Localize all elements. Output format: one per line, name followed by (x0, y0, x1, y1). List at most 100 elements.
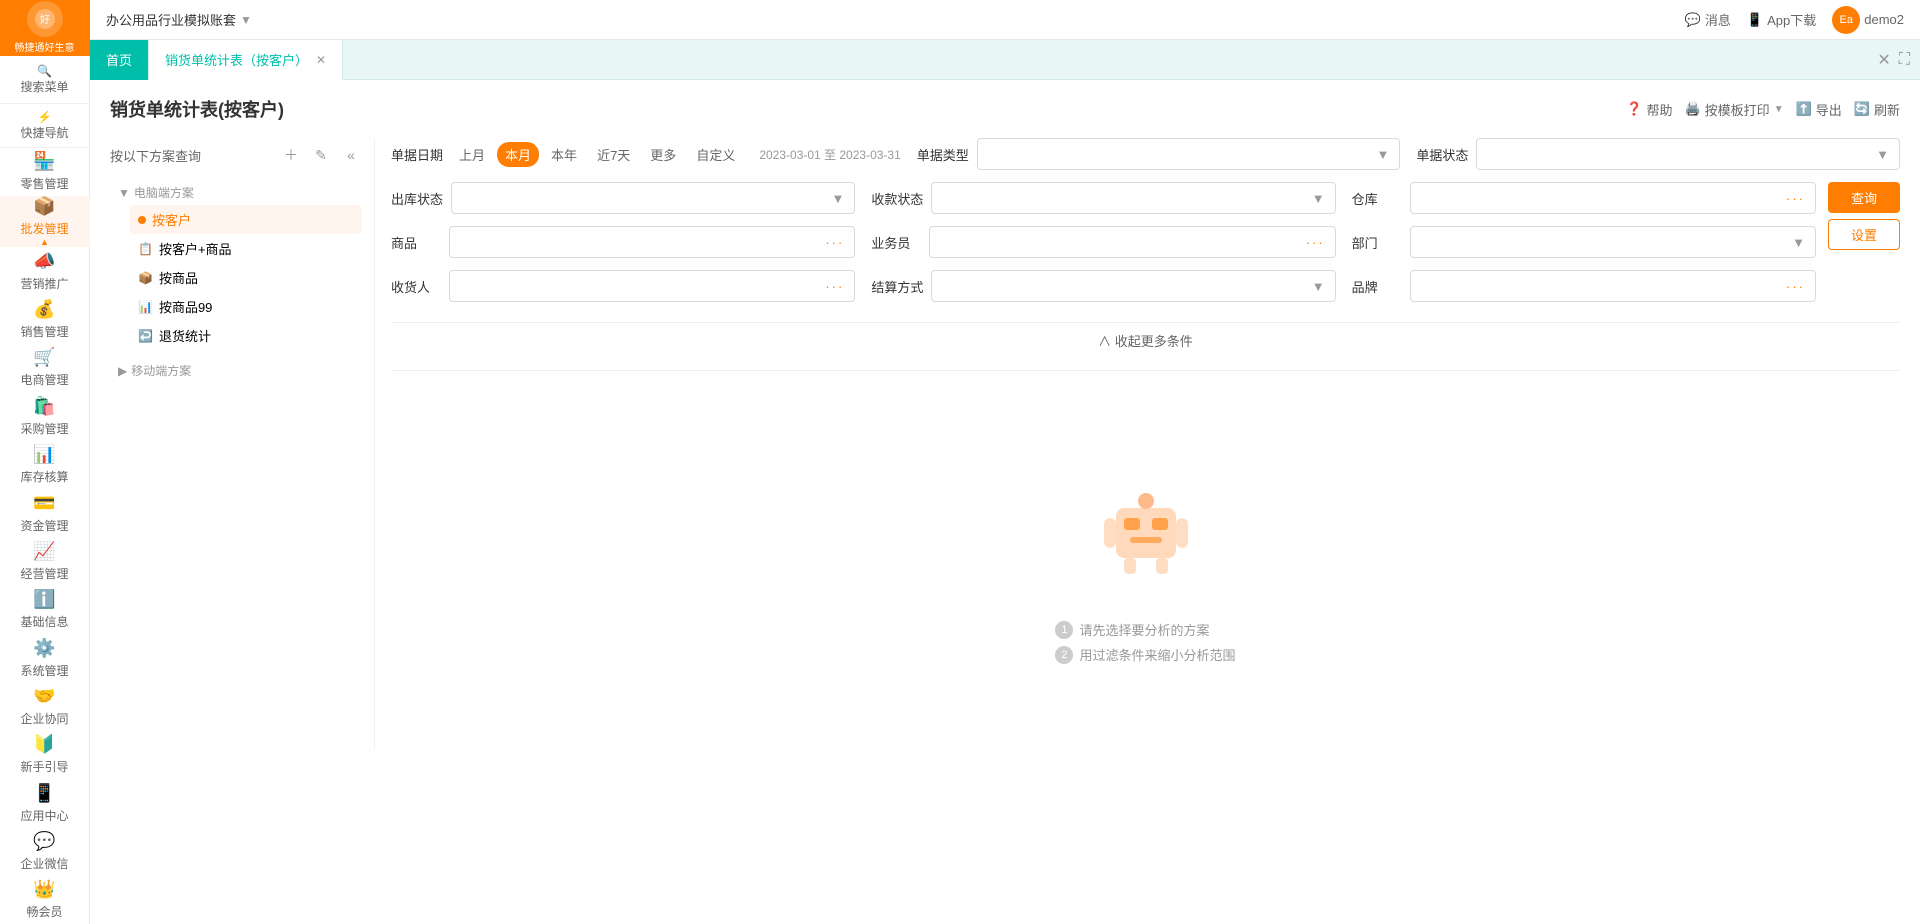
warehouse-label: 仓库 (1352, 189, 1402, 208)
message-icon: 💬 (1685, 12, 1701, 28)
date-tab-this-month[interactable]: 本月 (497, 142, 539, 167)
tab-close-button[interactable]: ✕ (316, 53, 326, 67)
finance-label: 资金管理 (20, 517, 68, 534)
scheme-return-stats[interactable]: ↩️ 退货统计 (130, 321, 362, 350)
date-tab-more[interactable]: 更多 (642, 142, 684, 167)
doc-type-label: 单据类型 (917, 145, 969, 164)
out-status-select[interactable]: ▼ (451, 182, 855, 214)
help-button[interactable]: ❓ 帮助 (1626, 100, 1672, 119)
account-switcher[interactable]: 办公用品行业模拟账套 ▼ (106, 10, 252, 29)
doc-type-select[interactable]: ▼ (977, 138, 1401, 170)
mobile-arrow-icon: ▶ (118, 364, 127, 378)
salesperson-dots-icon: ··· (1306, 235, 1325, 250)
collapse-filters-button[interactable]: ∧ 收起更多条件 (391, 322, 1900, 358)
scheme-by-customer[interactable]: 按客户 (130, 205, 362, 234)
sidebar-item-sales[interactable]: 💰 销售管理 (0, 295, 90, 343)
receiver-input[interactable]: ··· (449, 270, 855, 302)
tab-close-icon[interactable]: ✕ (1877, 50, 1890, 70)
tab-home-label: 首页 (106, 50, 132, 69)
doc-type-dropdown-icon: ▼ (1377, 147, 1390, 162)
scheme-by-product99[interactable]: 📊 按商品99 (130, 292, 362, 321)
sidebar-item-retail[interactable]: 🏪 零售管理 (0, 148, 90, 196)
sidebar-item-finance[interactable]: 💳 资金管理 (0, 489, 90, 537)
quick-nav-item[interactable]: ⚡ 快捷导航 (0, 104, 89, 148)
add-scheme-button[interactable]: ＋ (280, 144, 302, 166)
product-input[interactable]: ··· (449, 226, 855, 258)
scheme-by-customer-product[interactable]: 📋 按客户+商品 (130, 234, 362, 263)
collapse-panel-button[interactable]: « (340, 144, 362, 166)
search-menu-item[interactable]: 🔍 搜索菜单 (0, 56, 89, 104)
system-icon: ⚙️ (33, 638, 55, 659)
tab-home[interactable]: 首页 (90, 40, 149, 80)
department-select[interactable]: ▼ (1410, 226, 1816, 258)
export-button[interactable]: ⬆️ 导出 (1796, 100, 1842, 119)
brand-label: 品牌 (1352, 277, 1402, 296)
payment-status-select[interactable]: ▼ (931, 182, 1335, 214)
sidebar-item-marketing[interactable]: 📣 营销推广 (0, 247, 90, 295)
sidebar-item-guide[interactable]: 🔰 新手引导 (0, 731, 90, 779)
sidebar-item-member[interactable]: 👑 畅会员 (0, 876, 90, 924)
scheme-by-product99-label: 按商品99 (159, 297, 212, 316)
sidebar-item-operations[interactable]: 📈 经营管理 (0, 537, 90, 585)
query-button[interactable]: 查询 (1828, 182, 1900, 213)
topbar-title: 办公用品行业模拟账套 (106, 10, 236, 29)
doc-status-label: 单据状态 (1416, 145, 1468, 164)
sidebar-item-basic[interactable]: ℹ️ 基础信息 (0, 586, 90, 634)
department-arrow-icon: ▼ (1792, 235, 1805, 250)
date-tab-last7[interactable]: 近7天 (589, 142, 638, 167)
date-tabs: 上月 本月 本年 近7天 (451, 142, 743, 167)
app-download-button[interactable]: 📱 App下载 (1747, 10, 1816, 29)
tab-maximize-icon[interactable]: ⛶ (1899, 51, 1910, 69)
doc-status-select[interactable]: ▼ (1476, 138, 1900, 170)
sidebar-item-inventory[interactable]: 📊 库存核算 (0, 441, 90, 489)
page-actions: ❓ 帮助 🖨️ 按模板打印 ▼ ⬆️ 导出 🔄 刷新 (1626, 100, 1900, 119)
messages-button[interactable]: 💬 消息 (1685, 10, 1731, 29)
tabbar: 首页 销货单统计表（按客户） ✕ ✕ ⛶ (90, 40, 1920, 80)
scheme-product-icon: 📦 (138, 271, 153, 285)
help-label: 帮助 (1646, 100, 1672, 119)
collapse-label: 收起更多条件 (1115, 334, 1193, 349)
page-title: 销货单统计表(按客户) (110, 96, 284, 122)
sidebar-item-enterprise[interactable]: 🤝 企业协同 (0, 682, 90, 730)
user-menu[interactable]: Ea demo2 (1832, 6, 1904, 34)
payment-method-select[interactable]: ▼ (931, 270, 1335, 302)
section-divider (391, 370, 1900, 371)
tab-sales-stat[interactable]: 销货单统计表（按客户） ✕ (149, 40, 343, 80)
export-label: 导出 (1816, 100, 1842, 119)
warehouse-input[interactable]: ··· (1410, 182, 1816, 214)
settings-button[interactable]: 设置 (1828, 219, 1900, 250)
ecommerce-label: 电商管理 (20, 371, 68, 388)
date-tab-custom[interactable]: 自定义 (688, 142, 743, 167)
refresh-button[interactable]: 🔄 刷新 (1854, 100, 1900, 119)
left-panel: 按以下方案查询 ＋ ✎ « ▼ 电脑端方案 (110, 138, 375, 750)
date-tab-this-year[interactable]: 本年 (543, 142, 585, 167)
out-status-arrow-icon: ▼ (831, 191, 844, 206)
pc-scheme-category[interactable]: ▼ 电脑端方案 (110, 180, 362, 205)
product-label: 商品 (391, 233, 441, 252)
sidebar-item-system[interactable]: ⚙️ 系统管理 (0, 634, 90, 682)
search-icon: 🔍 (5, 64, 84, 78)
payment-status-filter: 收款状态 ▼ (871, 182, 1335, 214)
brand-input[interactable]: ··· (1410, 270, 1816, 302)
print-button[interactable]: 🖨️ 按模板打印 ▼ (1684, 100, 1783, 119)
app-download-label: App下载 (1767, 10, 1816, 29)
sidebar-item-apps[interactable]: 📱 应用中心 (0, 779, 90, 827)
refresh-icon: 🔄 (1854, 101, 1870, 117)
salesperson-input[interactable]: ··· (929, 226, 1335, 258)
sidebar-item-wholesale[interactable]: 📦 批发管理 ▲ (0, 196, 90, 247)
topbar-right: 💬 消息 📱 App下载 Ea demo2 (1685, 6, 1904, 34)
mobile-scheme-category[interactable]: ▶ 移动端方案 (110, 358, 362, 383)
basic-label: 基础信息 (20, 613, 68, 630)
sidebar-logo[interactable]: 好 畅捷通好生意 (0, 0, 90, 56)
date-range-display: 2023-03-01 至 2023-03-31 (759, 146, 900, 163)
sidebar: 好 畅捷通好生意 🔍 搜索菜单 ⚡ 快捷导航 🏪 零售管理 📦 批发管理 ▲ 📣… (0, 0, 90, 924)
sidebar-item-ecommerce[interactable]: 🛒 电商管理 (0, 344, 90, 392)
date-filter-group: 单据日期 上月 本月 本年 (391, 142, 901, 167)
page-container: 销货单统计表(按客户) ❓ 帮助 🖨️ 按模板打印 ▼ ⬆️ 导出 (90, 80, 1920, 924)
date-tab-last-month[interactable]: 上月 (451, 142, 493, 167)
export-icon: ⬆️ (1796, 101, 1812, 117)
scheme-by-product[interactable]: 📦 按商品 (130, 263, 362, 292)
edit-scheme-button[interactable]: ✎ (310, 144, 332, 166)
sidebar-item-wechat[interactable]: 💬 企业微信 (0, 827, 90, 875)
sidebar-item-purchase[interactable]: 🛍️ 采购管理 (0, 392, 90, 440)
